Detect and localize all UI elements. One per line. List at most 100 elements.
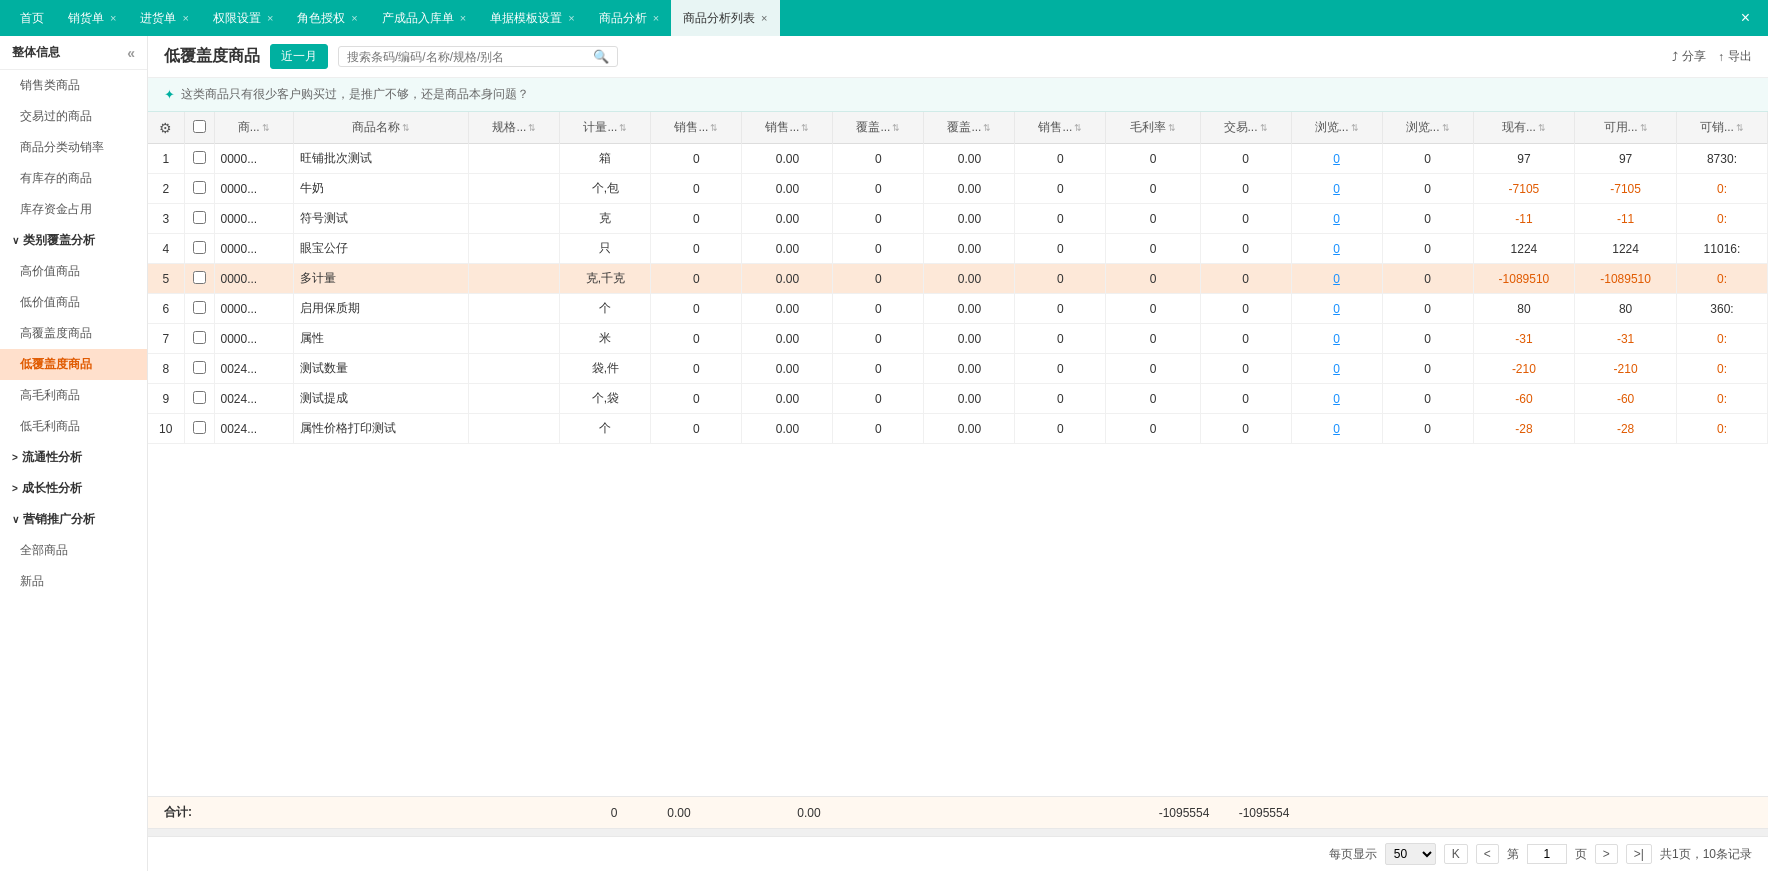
sidebar-item-traded-goods[interactable]: 交易过的商品 <box>0 101 147 132</box>
sidebar-item-high-margin[interactable]: 高毛利商品 <box>0 380 147 411</box>
sidebar-item-all-goods[interactable]: 全部商品 <box>0 535 147 566</box>
sidebar-section-growth[interactable]: > 成长性分析 <box>0 473 147 504</box>
nav-item-home[interactable]: 首页 <box>8 0 56 36</box>
prev-page-button[interactable]: < <box>1476 844 1499 864</box>
sort-icon[interactable]: ⇅ <box>402 123 410 133</box>
row-browse1[interactable]: 0 <box>1291 144 1382 174</box>
row-browse1[interactable]: 0 <box>1291 384 1382 414</box>
horizontal-scrollbar[interactable] <box>148 828 1768 836</box>
sort-icon[interactable]: ⇅ <box>892 123 900 133</box>
row-checkbox[interactable] <box>184 324 214 354</box>
page-number-input[interactable] <box>1527 844 1567 864</box>
sidebar-section-circulation[interactable]: > 流通性分析 <box>0 442 147 473</box>
row-checkbox[interactable] <box>184 234 214 264</box>
sort-icon[interactable]: ⇅ <box>983 123 991 133</box>
close-icon[interactable]: × <box>351 12 357 24</box>
sort-icon[interactable]: ⇅ <box>1351 123 1359 133</box>
row-browse1[interactable]: 0 <box>1291 174 1382 204</box>
row-select-checkbox[interactable] <box>193 211 206 224</box>
row-checkbox[interactable] <box>184 264 214 294</box>
sort-icon[interactable]: ⇅ <box>528 123 536 133</box>
sort-icon[interactable]: ⇅ <box>801 123 809 133</box>
nav-item-template[interactable]: 单据模板设置 × <box>478 0 586 36</box>
export-button[interactable]: ↑ 导出 <box>1718 48 1752 65</box>
nav-item-role[interactable]: 角色授权 × <box>285 0 369 36</box>
row-checkbox[interactable] <box>184 384 214 414</box>
sidebar-item-low-margin[interactable]: 低毛利商品 <box>0 411 147 442</box>
column-checkbox[interactable] <box>184 112 214 144</box>
last-page-button[interactable]: >| <box>1626 844 1652 864</box>
select-all-checkbox[interactable] <box>193 120 206 133</box>
row-browse1[interactable]: 0 <box>1291 204 1382 234</box>
nav-item-analysis-list[interactable]: 商品分析列表 × <box>671 0 779 36</box>
nav-item-production[interactable]: 产成品入库单 × <box>370 0 478 36</box>
close-icon[interactable]: × <box>267 12 273 24</box>
row-checkbox[interactable] <box>184 144 214 174</box>
row-browse1[interactable]: 0 <box>1291 294 1382 324</box>
row-code: 0000... <box>214 234 293 264</box>
nav-item-analysis[interactable]: 商品分析 × <box>587 0 671 36</box>
row-select-checkbox[interactable] <box>193 421 206 434</box>
next-page-button[interactable]: > <box>1595 844 1618 864</box>
sort-icon[interactable]: ⇅ <box>1736 123 1744 133</box>
sidebar-item-sales-goods[interactable]: 销售类商品 <box>0 70 147 101</box>
row-select-checkbox[interactable] <box>193 181 206 194</box>
close-icon[interactable]: × <box>460 12 466 24</box>
nav-item-permissions[interactable]: 权限设置 × <box>201 0 285 36</box>
sort-icon[interactable]: ⇅ <box>1260 123 1268 133</box>
row-select-checkbox[interactable] <box>193 301 206 314</box>
row-checkbox[interactable] <box>184 414 214 444</box>
nav-item-purchase[interactable]: 进货单 × <box>128 0 200 36</box>
sidebar-section-marketing[interactable]: ∨ 营销推广分析 <box>0 504 147 535</box>
row-browse1[interactable]: 0 <box>1291 414 1382 444</box>
search-box[interactable]: 🔍 <box>338 46 618 67</box>
table-container[interactable]: ⚙ 商...⇅ 商品名称⇅ 规格...⇅ 计量...⇅ 销售...⇅ 销售...… <box>148 112 1768 796</box>
sidebar-item-stocked-goods[interactable]: 有库存的商品 <box>0 163 147 194</box>
sidebar-item-low-value[interactable]: 低价值商品 <box>0 287 147 318</box>
sidebar-item-inventory-funds[interactable]: 库存资金占用 <box>0 194 147 225</box>
sidebar-item-low-coverage[interactable]: 低覆盖度商品 <box>0 349 147 380</box>
column-gear[interactable]: ⚙ <box>148 112 184 144</box>
sort-icon[interactable]: ⇅ <box>710 123 718 133</box>
settings-icon[interactable]: ⚙ <box>159 120 172 136</box>
search-input[interactable] <box>347 50 593 64</box>
sort-icon[interactable]: ⇅ <box>619 123 627 133</box>
sidebar-item-high-value[interactable]: 高价值商品 <box>0 256 147 287</box>
sort-icon[interactable]: ⇅ <box>262 123 270 133</box>
sidebar-item-new-goods[interactable]: 新品 <box>0 566 147 597</box>
close-icon[interactable]: × <box>568 12 574 24</box>
row-checkbox[interactable] <box>184 174 214 204</box>
row-checkbox[interactable] <box>184 204 214 234</box>
row-browse1[interactable]: 0 <box>1291 324 1382 354</box>
sort-icon[interactable]: ⇅ <box>1168 123 1176 133</box>
row-browse1[interactable]: 0 <box>1291 354 1382 384</box>
page-size-select[interactable]: 50 20 100 <box>1385 843 1436 865</box>
row-checkbox[interactable] <box>184 294 214 324</box>
sidebar-collapse-button[interactable]: « <box>127 45 135 61</box>
first-page-button[interactable]: K <box>1444 844 1468 864</box>
row-select-checkbox[interactable] <box>193 361 206 374</box>
row-select-checkbox[interactable] <box>193 271 206 284</box>
row-select-checkbox[interactable] <box>193 151 206 164</box>
tab-recent-month[interactable]: 近一月 <box>270 44 328 69</box>
sort-icon[interactable]: ⇅ <box>1538 123 1546 133</box>
sort-icon[interactable]: ⇅ <box>1640 123 1648 133</box>
close-icon[interactable]: × <box>761 12 767 24</box>
row-select-checkbox[interactable] <box>193 331 206 344</box>
nav-item-sales[interactable]: 销货单 × <box>56 0 128 36</box>
window-close-button[interactable]: × <box>1731 9 1760 27</box>
row-browse1[interactable]: 0 <box>1291 234 1382 264</box>
row-select-checkbox[interactable] <box>193 391 206 404</box>
close-icon[interactable]: × <box>182 12 188 24</box>
row-select-checkbox[interactable] <box>193 241 206 254</box>
close-icon[interactable]: × <box>653 12 659 24</box>
sidebar-item-category-turnover[interactable]: 商品分类动销率 <box>0 132 147 163</box>
row-checkbox[interactable] <box>184 354 214 384</box>
sort-icon[interactable]: ⇅ <box>1074 123 1082 133</box>
sidebar-section-coverage[interactable]: ∨ 类别覆盖分析 <box>0 225 147 256</box>
share-button[interactable]: ⤴ 分享 <box>1672 48 1706 65</box>
sort-icon[interactable]: ⇅ <box>1442 123 1450 133</box>
close-icon[interactable]: × <box>110 12 116 24</box>
row-browse1[interactable]: 0 <box>1291 264 1382 294</box>
sidebar-item-high-coverage[interactable]: 高覆盖度商品 <box>0 318 147 349</box>
